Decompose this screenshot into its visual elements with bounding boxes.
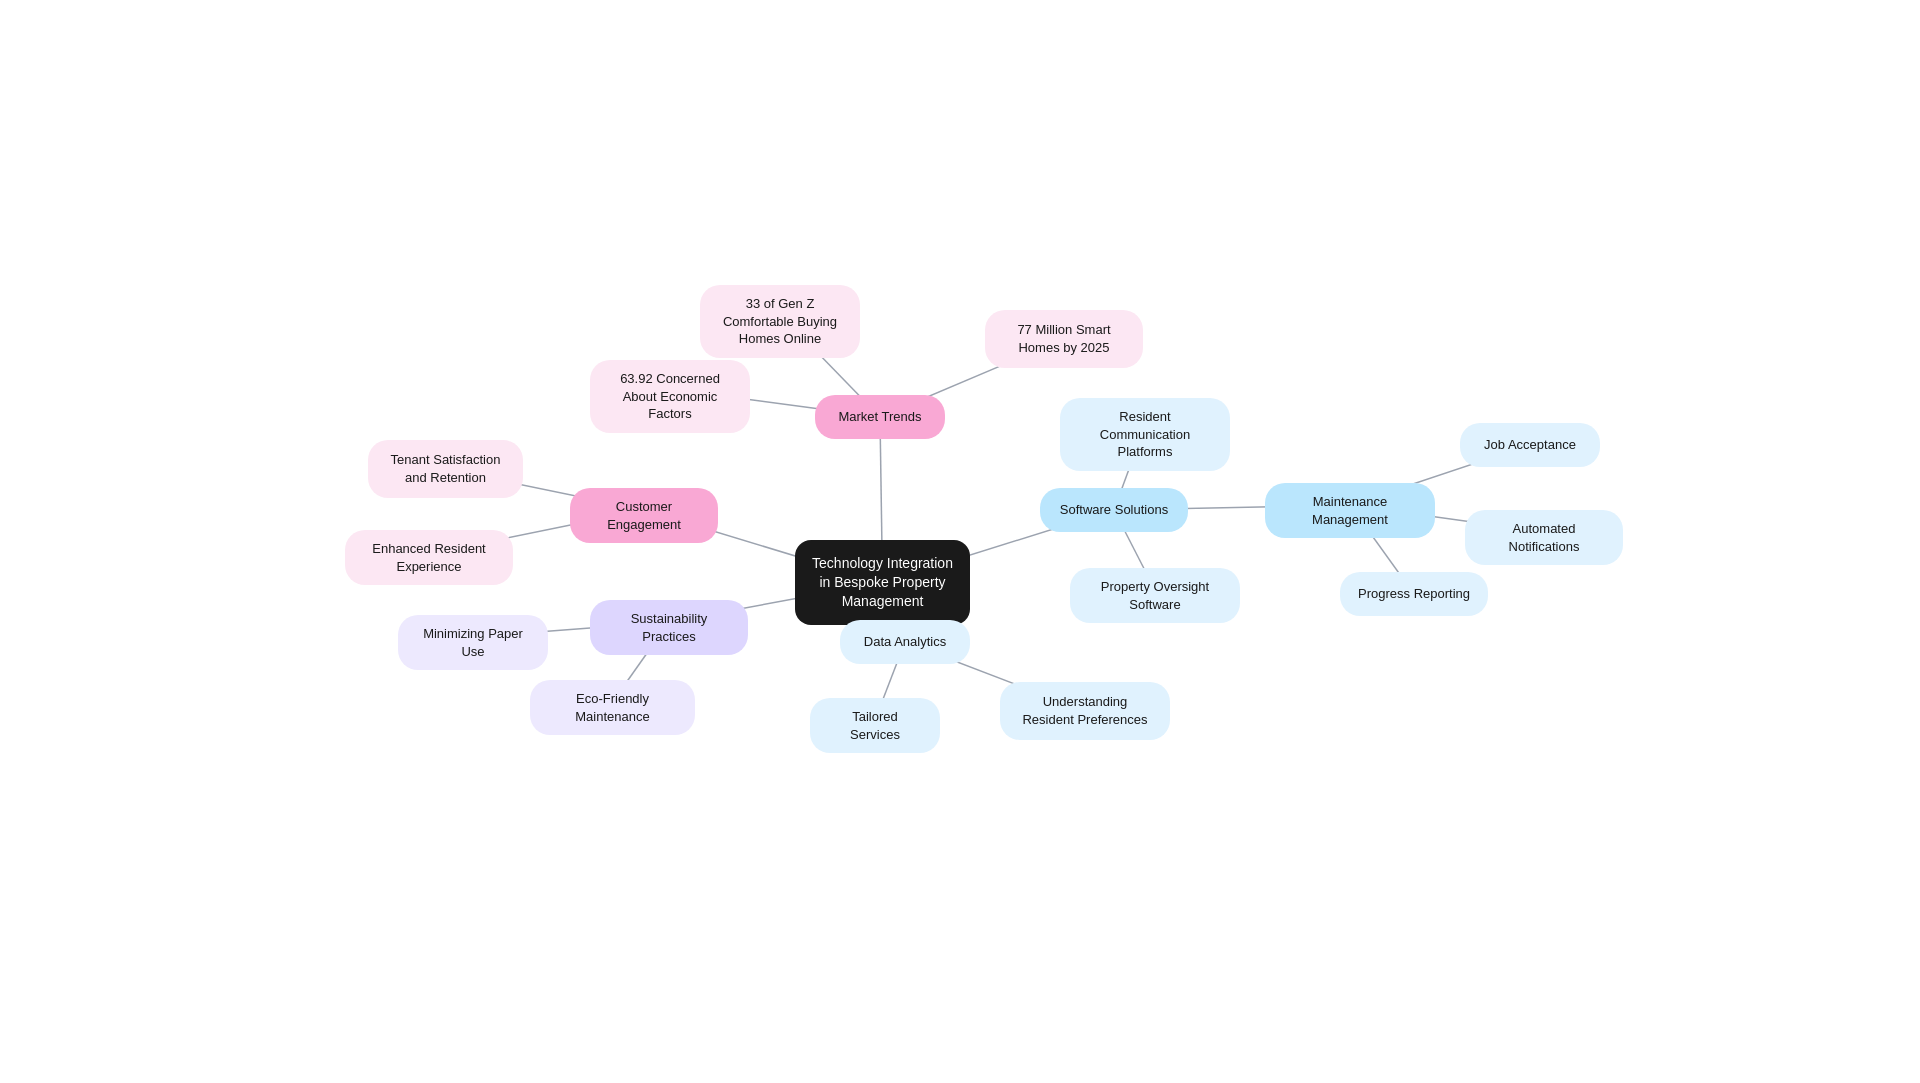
node-progress_reporting: Progress Reporting	[1340, 572, 1488, 616]
node-sustainability: Sustainability Practices	[590, 600, 748, 655]
node-software_solutions: Software Solutions	[1040, 488, 1188, 532]
node-property_oversight: Property Oversight Software	[1070, 568, 1240, 623]
node-data_analytics: Data Analytics	[840, 620, 970, 664]
node-market_trends: Market Trends	[815, 395, 945, 439]
node-resident_comm: Resident Communication Platforms	[1060, 398, 1230, 471]
node-job_acceptance: Job Acceptance	[1460, 423, 1600, 467]
node-eco_friendly: Eco-Friendly Maintenance	[530, 680, 695, 735]
mindmap-container: Technology Integration in Bespoke Proper…	[0, 0, 1920, 1083]
node-automated_notifications: Automated Notifications	[1465, 510, 1623, 565]
node-smart_homes: 77 Million Smart Homes by 2025	[985, 310, 1143, 368]
node-tailored_services: Tailored Services	[810, 698, 940, 753]
node-understanding_resident: Understanding Resident Preferences	[1000, 682, 1170, 740]
node-customer_engagement: Customer Engagement	[570, 488, 718, 543]
node-economic_factors: 63.92 Concerned About Economic Factors	[590, 360, 750, 433]
node-enhanced_resident: Enhanced Resident Experience	[345, 530, 513, 585]
node-gen_z: 33 of Gen Z Comfortable Buying Homes Onl…	[700, 285, 860, 358]
node-minimizing_paper: Minimizing Paper Use	[398, 615, 548, 670]
node-center: Technology Integration in Bespoke Proper…	[795, 540, 970, 625]
node-tenant_satisfaction: Tenant Satisfaction and Retention	[368, 440, 523, 498]
node-maintenance_mgmt: Maintenance Management	[1265, 483, 1435, 538]
